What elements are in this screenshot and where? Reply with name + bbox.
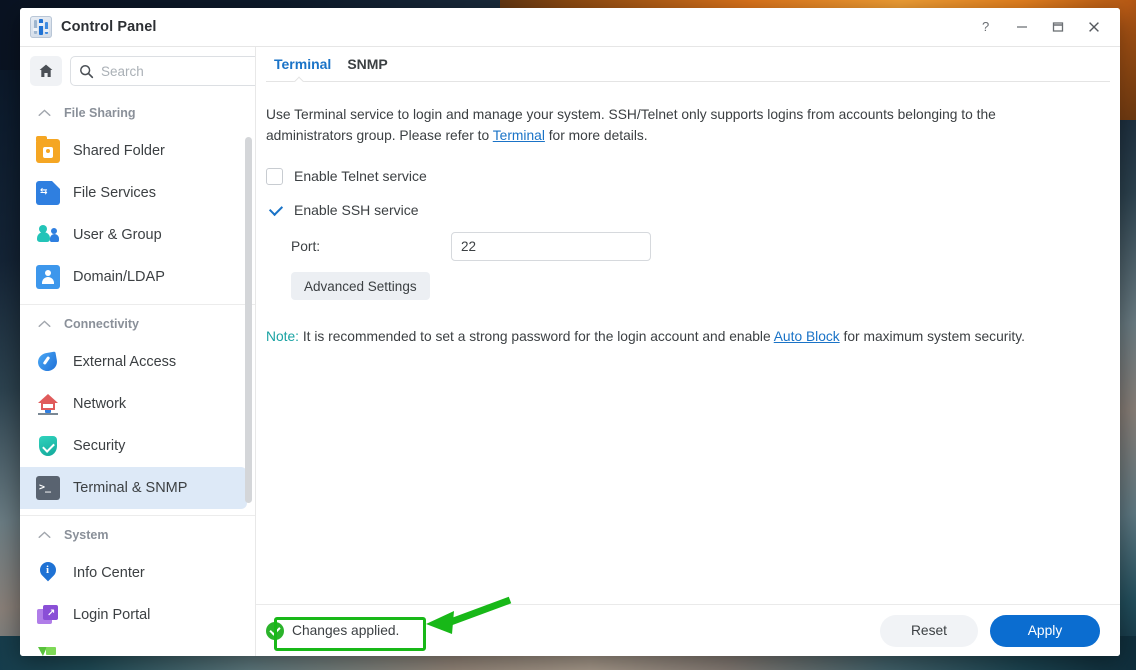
chevron-up-icon bbox=[38, 317, 51, 331]
sidebar-item-label: Info Center bbox=[73, 565, 145, 581]
sidebar-item-label: User & Group bbox=[73, 227, 162, 243]
sidebar-item-label: Network bbox=[73, 396, 127, 412]
sidebar-group-label: System bbox=[64, 528, 109, 542]
enable-telnet-checkbox[interactable] bbox=[266, 167, 283, 185]
terminal-help-link[interactable]: Terminal bbox=[493, 128, 545, 143]
note-part1: It is recommended to set a strong passwo… bbox=[298, 329, 774, 344]
sidebar: File Sharing Shared Folder ⇆ File Servic… bbox=[20, 47, 256, 656]
sidebar-item-shared-folder[interactable]: Shared Folder bbox=[20, 130, 247, 172]
external-access-icon bbox=[36, 350, 60, 374]
status-text: Changes applied. bbox=[292, 623, 400, 638]
auto-block-link[interactable]: Auto Block bbox=[774, 329, 840, 344]
sidebar-item-domain-ldap[interactable]: Domain/LDAP bbox=[20, 256, 247, 298]
svg-text:?: ? bbox=[982, 20, 989, 34]
success-check-icon bbox=[266, 621, 284, 640]
ssh-checkbox-row[interactable]: Enable SSH service bbox=[266, 196, 1100, 224]
update-icon bbox=[36, 645, 60, 656]
shared-folder-icon bbox=[36, 136, 60, 163]
enable-ssh-label: Enable SSH service bbox=[294, 202, 419, 218]
sidebar-item-label: Shared Folder bbox=[73, 143, 165, 159]
description-part2: for more details. bbox=[544, 128, 648, 143]
sidebar-scrollbar[interactable] bbox=[245, 137, 252, 503]
enable-ssh-checkbox[interactable] bbox=[266, 201, 283, 219]
maximize-icon[interactable] bbox=[1040, 12, 1076, 42]
domain-ldap-icon bbox=[36, 265, 60, 289]
sidebar-item-external-access[interactable]: External Access bbox=[20, 341, 247, 383]
home-icon[interactable] bbox=[30, 56, 62, 86]
terminal-icon: >_ bbox=[36, 476, 60, 500]
search-box[interactable] bbox=[70, 56, 255, 86]
telnet-checkbox-row[interactable]: Enable Telnet service bbox=[266, 162, 1100, 190]
security-shield-icon bbox=[36, 434, 60, 458]
sidebar-item-terminal-snmp[interactable]: >_ Terminal & SNMP bbox=[20, 467, 247, 509]
minimize-icon[interactable] bbox=[1004, 12, 1040, 42]
sidebar-group-file-sharing[interactable]: File Sharing bbox=[20, 96, 255, 130]
control-panel-icon bbox=[30, 16, 52, 38]
sidebar-item-label: External Access bbox=[73, 354, 177, 370]
sidebar-item-user-group[interactable]: User & Group bbox=[20, 214, 247, 256]
tab-bar: Terminal SNMP bbox=[256, 47, 1120, 81]
sidebar-divider bbox=[20, 515, 255, 516]
sidebar-item-network[interactable]: Network bbox=[20, 383, 247, 425]
sidebar-scroll-area: File Sharing Shared Folder ⇆ File Servic… bbox=[20, 96, 255, 656]
sidebar-search-row bbox=[20, 47, 255, 94]
footer-buttons: Reset Apply bbox=[880, 614, 1100, 647]
info-center-icon bbox=[36, 561, 60, 585]
note-prefix: Note: bbox=[266, 329, 299, 344]
login-portal-icon: ↗ bbox=[36, 603, 60, 627]
port-label: Port: bbox=[291, 239, 321, 254]
sidebar-item-label: Domain/LDAP bbox=[73, 269, 165, 285]
file-services-icon: ⇆ bbox=[36, 181, 60, 205]
chevron-up-icon bbox=[38, 106, 51, 120]
status-message: Changes applied. bbox=[266, 621, 400, 640]
description-text: Use Terminal service to login and manage… bbox=[266, 104, 1066, 146]
port-input[interactable] bbox=[451, 232, 651, 261]
apply-button[interactable]: Apply bbox=[990, 614, 1100, 647]
search-icon bbox=[80, 64, 94, 78]
network-icon bbox=[36, 392, 60, 416]
port-row: Port: bbox=[291, 232, 1100, 261]
close-icon[interactable] bbox=[1076, 12, 1112, 42]
content-area: Terminal SNMP Use Terminal service to lo… bbox=[256, 47, 1120, 656]
sidebar-item-partial[interactable] bbox=[20, 636, 247, 656]
sidebar-item-file-services[interactable]: ⇆ File Services bbox=[20, 172, 247, 214]
sidebar-group-label: Connectivity bbox=[64, 317, 140, 331]
note-part2: for maximum system security. bbox=[839, 329, 1025, 344]
sidebar-item-label: Login Portal bbox=[73, 607, 151, 623]
sidebar-item-login-portal[interactable]: ↗ Login Portal bbox=[20, 594, 247, 636]
note-text: Note: It is recommended to set a strong … bbox=[266, 326, 1056, 347]
sidebar-item-label: Security bbox=[73, 438, 126, 454]
page-title: Control Panel bbox=[61, 19, 157, 35]
footer-bar: Changes applied. Reset Apply bbox=[256, 604, 1120, 656]
tab-snmp[interactable]: SNMP bbox=[339, 56, 395, 81]
search-input[interactable] bbox=[101, 63, 255, 79]
sidebar-item-label: Terminal & SNMP bbox=[73, 480, 188, 496]
sidebar-group-label: File Sharing bbox=[64, 106, 136, 120]
reset-button[interactable]: Reset bbox=[880, 614, 978, 647]
sidebar-divider bbox=[20, 304, 255, 305]
sidebar-group-system[interactable]: System bbox=[20, 518, 255, 552]
help-icon[interactable]: ? bbox=[968, 12, 1004, 42]
tab-divider bbox=[266, 81, 1110, 82]
window-titlebar: Control Panel ? bbox=[20, 8, 1120, 47]
sidebar-item-security[interactable]: Security bbox=[20, 425, 247, 467]
control-panel-window: Control Panel ? Search File Sharing Shar… bbox=[20, 8, 1120, 656]
advanced-settings-button[interactable]: Advanced Settings bbox=[291, 272, 430, 300]
enable-telnet-label: Enable Telnet service bbox=[294, 168, 427, 184]
tab-active-notch bbox=[293, 76, 305, 82]
chevron-up-icon bbox=[38, 528, 51, 542]
sidebar-item-label: File Services bbox=[73, 185, 156, 201]
window-controls: ? bbox=[968, 12, 1112, 42]
sidebar-group-connectivity[interactable]: Connectivity bbox=[20, 307, 255, 341]
terminal-settings-pane: Use Terminal service to login and manage… bbox=[256, 82, 1120, 604]
sidebar-item-info-center[interactable]: Info Center bbox=[20, 552, 247, 594]
user-group-icon bbox=[36, 223, 60, 247]
